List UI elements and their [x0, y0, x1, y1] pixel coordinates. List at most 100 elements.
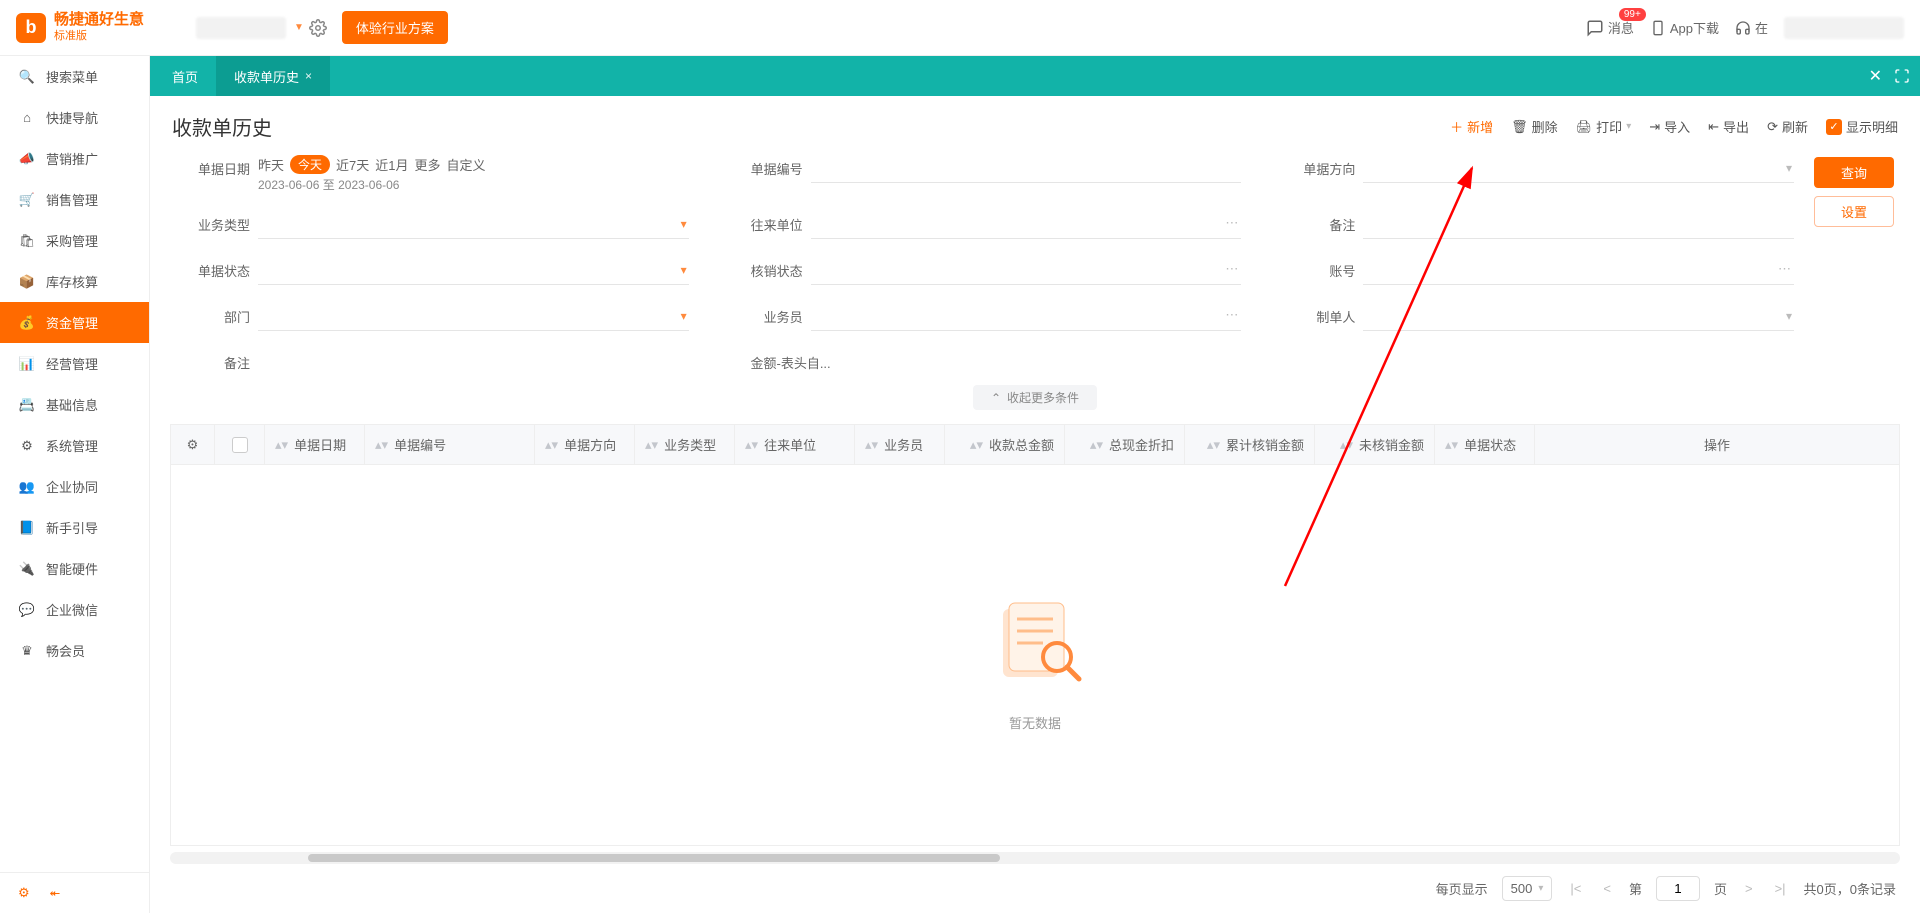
- sidebar-label: 新手引导: [46, 518, 98, 537]
- date-to: 2023-06-06: [338, 178, 399, 192]
- tab-receipt-history[interactable]: 收款单历史 ×: [216, 56, 330, 96]
- pager-next[interactable]: >: [1741, 881, 1757, 896]
- col-discount[interactable]: ▴▾总现金折扣: [1065, 425, 1185, 464]
- sidebar-item-member[interactable]: ♛畅会员: [0, 630, 149, 671]
- clerk-lookup[interactable]: ⋯: [811, 303, 1242, 331]
- sidebar-item-finance[interactable]: 💰资金管理: [0, 302, 149, 343]
- col-date[interactable]: ▴▾单据日期: [265, 425, 365, 464]
- biz-type-select[interactable]: ▾: [258, 211, 689, 239]
- date-today[interactable]: 今天: [290, 155, 330, 174]
- sidebar-item-operation[interactable]: 📊经营管理: [0, 343, 149, 384]
- doc-no-input[interactable]: [811, 155, 1242, 183]
- gear-icon: ⚙: [18, 437, 36, 455]
- chevron-down-icon: ▾: [681, 309, 687, 323]
- fullscreen-icon[interactable]: [1894, 68, 1910, 84]
- tabs-bar: 首页 收款单历史 × ✕: [150, 56, 1920, 96]
- sidebar-item-quicknav[interactable]: ⌂快捷导航: [0, 97, 149, 138]
- chevron-down-icon: ▾: [1786, 161, 1792, 175]
- page-number-input[interactable]: [1656, 876, 1700, 901]
- settings-icon[interactable]: ⚙: [18, 885, 30, 901]
- setting-button[interactable]: 设置: [1814, 196, 1894, 227]
- sidebar-item-wecom[interactable]: 💬企业微信: [0, 589, 149, 630]
- filter-dept: 部门 ▾: [176, 303, 689, 331]
- refresh-button[interactable]: ⟳刷新: [1767, 117, 1808, 136]
- horizontal-scrollbar[interactable]: [170, 852, 1900, 864]
- partner-lookup[interactable]: ⋯: [811, 211, 1242, 239]
- export-button[interactable]: ⇤导出: [1708, 117, 1749, 136]
- empty-state: 暂无数据: [171, 465, 1899, 845]
- dept-select[interactable]: ▾: [258, 303, 689, 331]
- select-all-checkbox[interactable]: [215, 425, 265, 464]
- amount-head-input[interactable]: [839, 349, 1242, 377]
- gear-icon[interactable]: [304, 14, 332, 42]
- remark-input[interactable]: [1363, 211, 1794, 239]
- col-verified[interactable]: ▴▾累计核销金额: [1185, 425, 1315, 464]
- support-link[interactable]: 在: [1735, 18, 1768, 37]
- pager-last[interactable]: >|: [1771, 881, 1790, 896]
- doc-status-select[interactable]: ▾: [258, 257, 689, 285]
- col-status[interactable]: ▴▾单据状态: [1435, 425, 1535, 464]
- date-1m[interactable]: 近1月: [375, 155, 408, 174]
- page-size-select[interactable]: 500 ▾: [1502, 876, 1553, 901]
- page-prefix: 第: [1629, 879, 1642, 898]
- messages-link[interactable]: 消息 99+: [1586, 18, 1634, 37]
- refresh-icon: ⟳: [1767, 119, 1778, 135]
- verify-status-lookup[interactable]: ⋯: [811, 257, 1242, 285]
- per-page-label: 每页显示: [1436, 879, 1488, 898]
- col-total[interactable]: ▴▾收款总金额: [945, 425, 1065, 464]
- print-button[interactable]: 🖨打印▾: [1576, 117, 1632, 136]
- direction-select[interactable]: ▾: [1363, 155, 1794, 183]
- sort-icon: ▴▾: [1340, 442, 1353, 447]
- info-icon: 📇: [18, 396, 36, 414]
- sidebar-item-search[interactable]: 🔍搜索菜单: [0, 56, 149, 97]
- close-icon[interactable]: ×: [305, 69, 312, 83]
- date-yesterday[interactable]: 昨天: [258, 155, 284, 174]
- date-more[interactable]: 更多: [415, 155, 441, 174]
- page: 收款单历史 ＋新增 🗑删除 🖨打印▾ ⇥导入 ⇤导出 ⟳刷新 ✓显示明细: [150, 96, 1920, 913]
- column-settings-button[interactable]: ⚙: [171, 425, 215, 464]
- remark2-input[interactable]: [258, 349, 689, 377]
- filter-amount-head: 金额-表头自...: [729, 349, 1242, 377]
- more-icon: ⋯: [1225, 215, 1239, 231]
- headset-icon: [1735, 20, 1751, 36]
- sidebar-item-baseinfo[interactable]: 📇基础信息: [0, 384, 149, 425]
- collapse-filters-button[interactable]: ⌃ 收起更多条件: [973, 385, 1097, 410]
- pager-first[interactable]: |<: [1566, 881, 1585, 896]
- col-partner[interactable]: ▴▾往来单位: [735, 425, 855, 464]
- col-clerk[interactable]: ▴▾业务员: [855, 425, 945, 464]
- sidebar: 🔍搜索菜单 ⌂快捷导航 📣营销推广 🛒销售管理 🛍采购管理 📦库存核算 💰资金管…: [0, 56, 150, 913]
- date-custom[interactable]: 自定义: [447, 155, 486, 174]
- delete-button[interactable]: 🗑删除: [1511, 117, 1558, 136]
- sidebar-item-marketing[interactable]: 📣营销推广: [0, 138, 149, 179]
- app-download-link[interactable]: App下载: [1650, 18, 1719, 37]
- scrollbar-thumb[interactable]: [308, 854, 1000, 862]
- pager-prev[interactable]: <: [1599, 881, 1615, 896]
- col-docno[interactable]: ▴▾单据编号: [365, 425, 535, 464]
- chevron-down-icon: ▾: [1626, 121, 1631, 132]
- tenant-select[interactable]: ▼: [196, 17, 304, 39]
- maker-select[interactable]: ▾: [1363, 303, 1794, 331]
- show-detail-toggle[interactable]: ✓显示明细: [1826, 117, 1898, 136]
- action-label: 显示明细: [1846, 117, 1898, 136]
- sidebar-item-system[interactable]: ⚙系统管理: [0, 425, 149, 466]
- add-button[interactable]: ＋新增: [1450, 117, 1493, 136]
- sidebar-item-collab[interactable]: 👥企业协同: [0, 466, 149, 507]
- sidebar-item-hardware[interactable]: 🔌智能硬件: [0, 548, 149, 589]
- import-button[interactable]: ⇥导入: [1649, 117, 1690, 136]
- try-plan-button[interactable]: 体验行业方案: [342, 11, 448, 44]
- sidebar-item-sales[interactable]: 🛒销售管理: [0, 179, 149, 220]
- sidebar-item-purchase[interactable]: 🛍采购管理: [0, 220, 149, 261]
- col-biztype[interactable]: ▴▾业务类型: [635, 425, 735, 464]
- sidebar-item-guide[interactable]: 📘新手引导: [0, 507, 149, 548]
- filter-label: 账号: [1281, 257, 1363, 280]
- sidebar-item-inventory[interactable]: 📦库存核算: [0, 261, 149, 302]
- tab-home[interactable]: 首页: [154, 56, 216, 96]
- account-lookup[interactable]: ⋯: [1363, 257, 1794, 285]
- main: 首页 收款单历史 × ✕ 收款单历史 ＋新增 🗑删除 🖨打印▾ ⇥导入: [150, 56, 1920, 913]
- col-direction[interactable]: ▴▾单据方向: [535, 425, 635, 464]
- query-button[interactable]: 查询: [1814, 157, 1894, 188]
- date-7d[interactable]: 近7天: [336, 155, 369, 174]
- tab-close-all-icon[interactable]: ✕: [1869, 66, 1882, 86]
- collapse-sidebar-icon[interactable]: ⯬: [50, 885, 60, 901]
- col-unverified[interactable]: ▴▾未核销金额: [1315, 425, 1435, 464]
